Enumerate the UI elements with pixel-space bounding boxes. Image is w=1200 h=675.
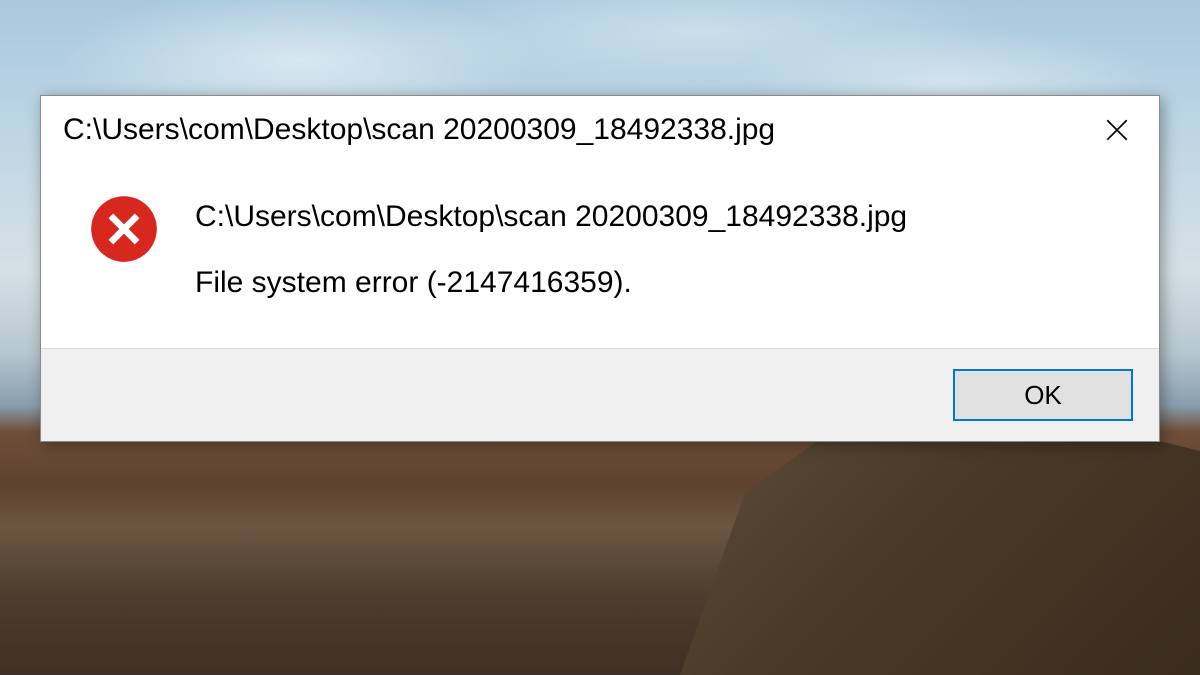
dialog-button-row: OK (41, 348, 1159, 441)
message-error-text: File system error (-2147416359). (195, 266, 907, 300)
dialog-titlebar: C:\Users\com\Desktop\scan 20200309_18492… (41, 96, 1159, 164)
message-file-path: C:\Users\com\Desktop\scan 20200309_18492… (195, 200, 907, 234)
dialog-message: C:\Users\com\Desktop\scan 20200309_18492… (195, 198, 907, 300)
error-icon (89, 194, 159, 264)
error-dialog: C:\Users\com\Desktop\scan 20200309_18492… (40, 95, 1160, 442)
dialog-content: C:\Users\com\Desktop\scan 20200309_18492… (41, 164, 1159, 348)
ok-button[interactable]: OK (953, 369, 1133, 421)
close-icon (1104, 117, 1130, 143)
dialog-title: C:\Users\com\Desktop\scan 20200309_18492… (63, 113, 775, 147)
close-button[interactable] (1093, 110, 1141, 150)
